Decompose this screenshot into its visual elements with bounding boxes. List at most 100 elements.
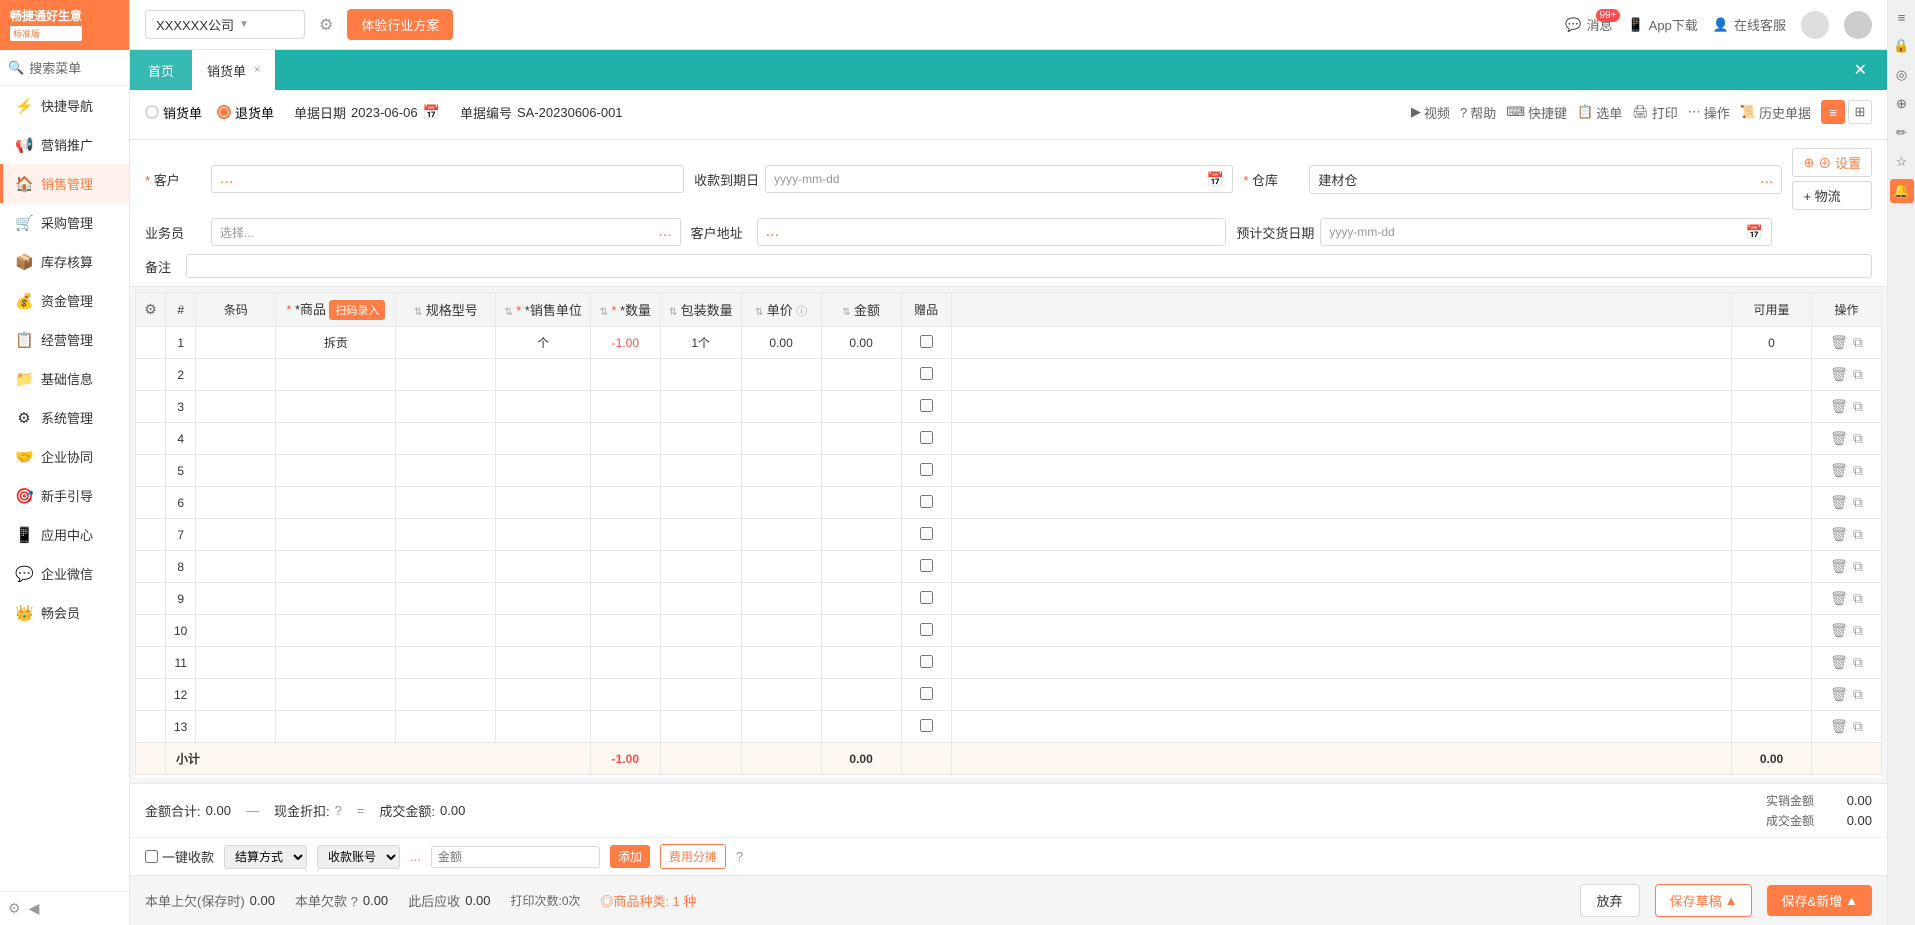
r3-gift[interactable] (920, 399, 933, 412)
company-selector[interactable]: XXXXXX公司 ▼ (145, 10, 305, 39)
radio-sale-order[interactable]: 销货单 (145, 103, 202, 122)
tab-sales-order[interactable]: 销货单 × (192, 50, 275, 90)
message-button[interactable]: 💬 消息 99+ (1565, 15, 1612, 34)
sidebar-item-marketing[interactable]: 📢 营销推广 (0, 125, 129, 164)
qty-sort-icon[interactable]: ⇅ (600, 307, 608, 318)
r11-copy-icon[interactable]: ⧉ (1853, 654, 1863, 671)
row1-price[interactable]: 0.00 (741, 327, 821, 359)
sidebar-item-basic-info[interactable]: 📁 基础信息 (0, 359, 129, 398)
r2-delete-icon[interactable]: 🗑 (1830, 366, 1848, 383)
row1-amount[interactable]: 0.00 (821, 327, 901, 359)
avatar[interactable] (1801, 11, 1829, 39)
price-sort-icon[interactable]: ⇅ (755, 307, 763, 318)
amount-input[interactable] (431, 846, 600, 868)
r7-gift[interactable] (920, 527, 933, 540)
radio-return-order[interactable]: 退货单 (217, 103, 274, 122)
r7-copy-icon[interactable]: ⧉ (1853, 526, 1863, 543)
r6-gift[interactable] (920, 495, 933, 508)
sidebar-item-purchase[interactable]: 🛒 采购管理 (0, 203, 129, 242)
r11-gift[interactable] (920, 655, 933, 668)
price-info-icon[interactable]: ⓘ (796, 306, 807, 318)
owe-help-icon[interactable]: ? (351, 894, 358, 909)
r9-gift[interactable] (920, 591, 933, 604)
account-select[interactable]: 收款账号 (317, 845, 400, 869)
sidebar-item-guide[interactable]: 🎯 新手引导 (0, 476, 129, 515)
customer-input[interactable]: ... (211, 165, 684, 193)
r8-copy-icon[interactable]: ⧉ (1853, 558, 1863, 575)
r6-copy-icon[interactable]: ⧉ (1853, 494, 1863, 511)
r10-gift[interactable] (920, 623, 933, 636)
row1-delete-icon[interactable]: 🗑 (1830, 334, 1848, 351)
r9-delete-icon[interactable]: 🗑 (1830, 590, 1848, 607)
scan-button[interactable]: 扫码录入 (329, 300, 385, 320)
tab-home[interactable]: 首页 (130, 50, 192, 90)
add-payment-button[interactable]: 添加 (610, 845, 650, 868)
search-menu[interactable]: 🔍 搜索菜单 (0, 50, 129, 86)
r7-delete-icon[interactable]: 🗑 (1830, 526, 1848, 543)
date-calendar-icon[interactable]: 📅 (423, 104, 440, 121)
r12-copy-icon[interactable]: ⧉ (1853, 686, 1863, 703)
action-print[interactable]: 🖨 打印 (1632, 103, 1678, 122)
discard-button[interactable]: 放弃 (1580, 884, 1640, 917)
r2-gift[interactable] (920, 367, 933, 380)
view-grid-btn[interactable]: ⊞ (1848, 100, 1872, 124)
r12-gift[interactable] (920, 687, 933, 700)
sidebar-collapse-icon[interactable]: ◀ (29, 900, 40, 917)
r4-copy-icon[interactable]: ⧉ (1853, 430, 1863, 447)
sidebar-item-app-center[interactable]: 📱 应用中心 (0, 515, 129, 554)
sidebar-item-sales[interactable]: 🏠 销售管理 (0, 164, 129, 203)
sidebar-item-system[interactable]: ⚙ 系统管理 (0, 398, 129, 437)
save-draft-button[interactable]: 保存草稿 ▲ (1655, 884, 1753, 917)
payment-due-input[interactable]: yyyy-mm-dd 📅 (765, 165, 1233, 193)
expected-date-input[interactable]: yyyy-mm-dd 📅 (1320, 218, 1772, 246)
r9-copy-icon[interactable]: ⧉ (1853, 590, 1863, 607)
pkgqty-sort-icon[interactable]: ⇅ (669, 307, 677, 318)
amount-sort-icon[interactable]: ⇅ (842, 307, 850, 318)
save-draft-chevron-icon[interactable]: ▲ (1725, 893, 1738, 908)
table-settings-icon[interactable]: ⚙ (144, 301, 157, 317)
customer-addr-input[interactable]: ... (757, 218, 1227, 246)
r13-delete-icon[interactable]: 🗑 (1830, 718, 1848, 735)
expected-date-calendar-icon[interactable]: 📅 (1746, 224, 1763, 241)
r5-delete-icon[interactable]: 🗑 (1830, 462, 1848, 479)
setting-button[interactable]: ⊕ ⊕ 设置 (1792, 148, 1872, 177)
salesman-input[interactable]: 选择... ... (211, 218, 681, 246)
side-icon-3[interactable]: ◎ (1890, 63, 1914, 87)
payment-due-calendar-icon[interactable]: 📅 (1207, 171, 1224, 188)
r10-copy-icon[interactable]: ⧉ (1853, 622, 1863, 639)
tabbar-close-button[interactable]: ✕ (1854, 60, 1867, 80)
r4-delete-icon[interactable]: 🗑 (1830, 430, 1848, 447)
one-click-checkbox[interactable] (145, 850, 158, 863)
action-video[interactable]: ▶ 视频 (1411, 103, 1450, 122)
r4-gift[interactable] (920, 431, 933, 444)
row1-pkgqty[interactable]: 1个 (660, 327, 741, 359)
remark-input[interactable] (186, 254, 1872, 278)
row1-qty[interactable]: -1.00 (590, 327, 660, 359)
row1-unit[interactable]: 个 (496, 327, 590, 359)
r10-delete-icon[interactable]: 🗑 (1830, 622, 1848, 639)
sidebar-item-operation[interactable]: 📋 经营管理 (0, 320, 129, 359)
row1-copy-icon[interactable]: ⧉ (1853, 334, 1863, 351)
online-service-button[interactable]: 👤 在线客服 (1713, 15, 1786, 34)
action-help[interactable]: ? 帮助 (1460, 103, 1496, 122)
save-new-button[interactable]: 保存&新增 ▲ (1767, 885, 1872, 916)
r13-gift[interactable] (920, 719, 933, 732)
row1-spec[interactable] (396, 327, 496, 359)
row1-gift[interactable] (901, 327, 951, 359)
spec-sort-icon[interactable]: ⇅ (414, 307, 422, 318)
sidebar-item-quick-nav[interactable]: ⚡ 快捷导航 (0, 86, 129, 125)
sidebar-item-wechat[interactable]: 💬 企业微信 (0, 554, 129, 593)
sidebar-item-enterprise[interactable]: 🤝 企业协同 (0, 437, 129, 476)
r8-delete-icon[interactable]: 🗑 (1830, 558, 1848, 575)
settlement-method-select[interactable]: 结算方式 (224, 845, 307, 869)
cash-discount-help-icon[interactable]: ? (335, 803, 342, 818)
row1-gift-checkbox[interactable] (920, 335, 933, 348)
action-history[interactable]: 📜 历史单据 (1740, 103, 1811, 122)
sidebar-item-inventory[interactable]: 📦 库存核算 (0, 242, 129, 281)
r2-copy-icon[interactable]: ⧉ (1853, 366, 1863, 383)
view-list-btn[interactable]: ≡ (1821, 100, 1845, 124)
row1-product[interactable]: 拆贡 (276, 327, 396, 359)
r3-delete-icon[interactable]: 🗑 (1830, 398, 1848, 415)
r13-copy-icon[interactable]: ⧉ (1853, 718, 1863, 735)
tab-close-icon[interactable]: × (254, 64, 260, 76)
